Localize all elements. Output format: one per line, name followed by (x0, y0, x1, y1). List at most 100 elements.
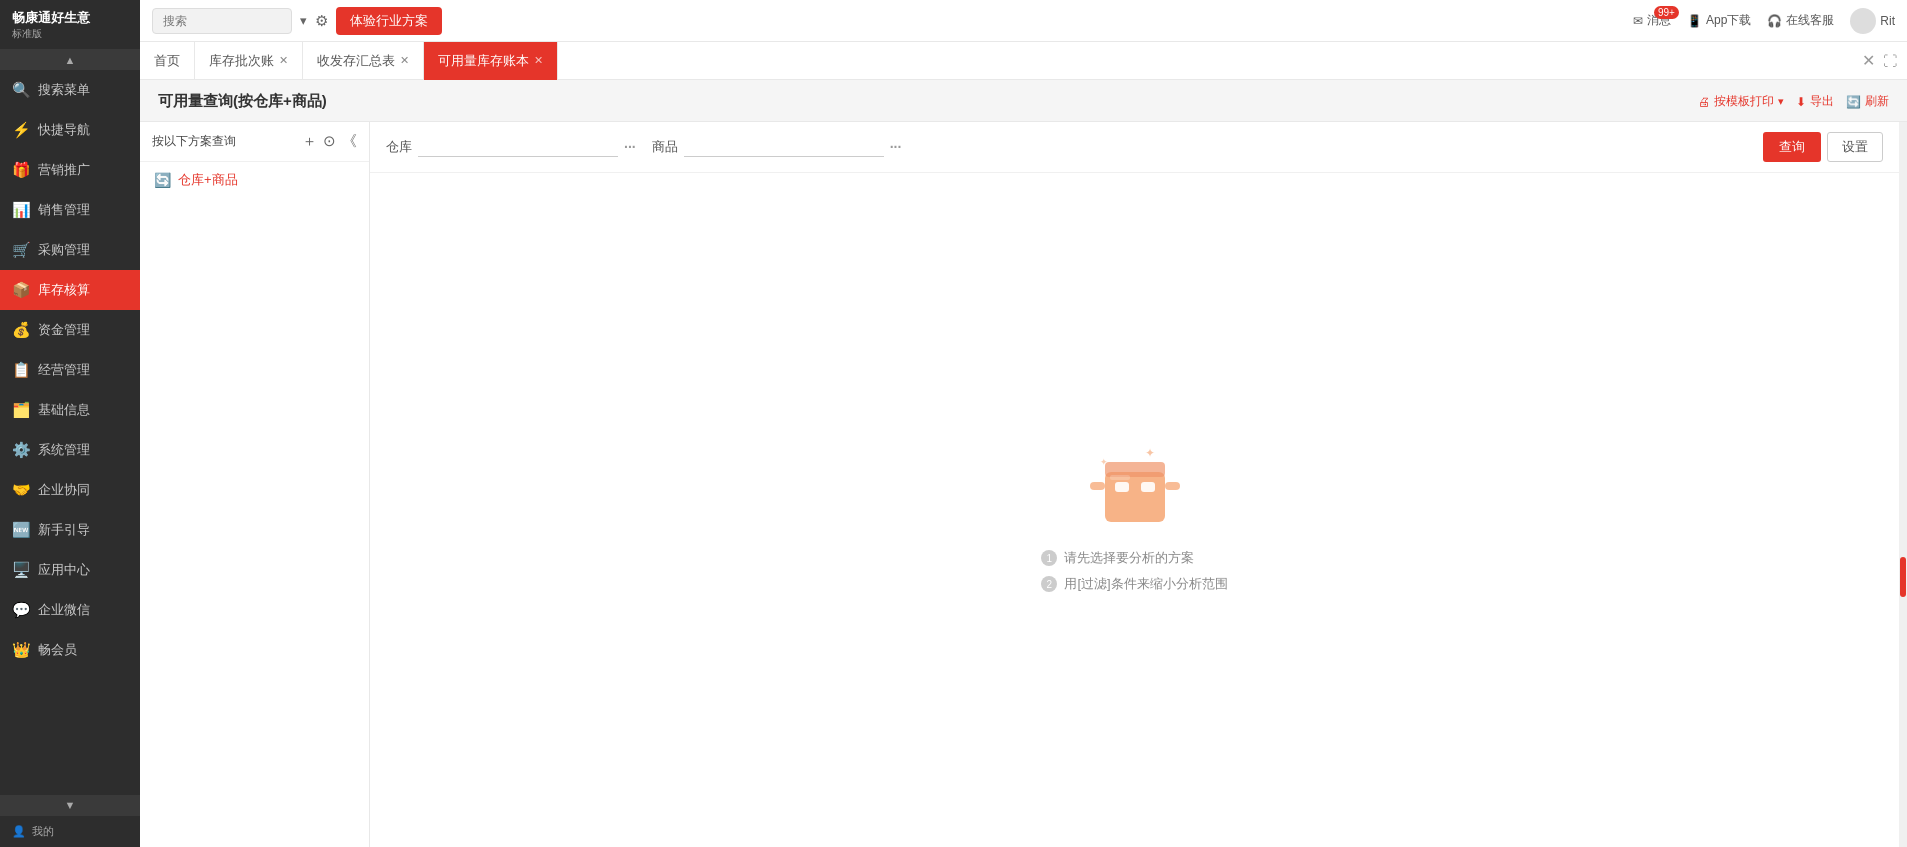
filter-actions: 查询 设置 (1763, 132, 1883, 162)
product-input[interactable] (684, 138, 884, 157)
print-action[interactable]: 🖨 按模板打印 ▾ (1698, 93, 1784, 110)
sidebar-nav: 🔍搜索菜单⚡快捷导航 🎁 营销推广 📊 销售管理 🛒 采购管理 📦 库存核算 💰资金管理📋经营管理… (0, 70, 140, 795)
logo: 畅康通好生意 标准版 (0, 0, 140, 50)
sidebar-item-quicknav[interactable]: ⚡快捷导航 (0, 110, 140, 150)
print-icon: 🖨 (1698, 95, 1710, 109)
dropdown-icon[interactable]: ▾ (300, 13, 307, 28)
sidebar-item-finance[interactable]: 💰资金管理 (0, 310, 140, 350)
sidebar-item-inventory[interactable]: 📦 库存核算 (0, 270, 140, 310)
mobile-icon: 📱 (1687, 14, 1702, 28)
tab-batch-label: 库存批次账 (209, 52, 274, 70)
sidebar-label-guide: 新手引导 (38, 521, 90, 539)
sidebar-icon-sales: 📊 (12, 201, 30, 219)
print-dropdown-icon[interactable]: ▾ (1778, 95, 1784, 108)
sidebar-bottom-label: 我的 (32, 824, 54, 839)
tab-home-label: 首页 (154, 52, 180, 70)
sidebar-icon-purchase: 🛒 (12, 241, 30, 259)
settings-button[interactable]: 设置 (1827, 132, 1883, 162)
sidebar-label-inventory: 库存核算 (38, 281, 90, 299)
tab-batch-close[interactable]: ✕ (279, 54, 288, 67)
sidebar-icon-inventory: 📦 (12, 281, 30, 299)
sidebar-icon-marketing: 🎁 (12, 161, 30, 179)
app-download-action[interactable]: 📱 App下载 (1687, 12, 1751, 29)
sidebar-scroll-down[interactable]: ▼ (0, 795, 140, 815)
settings-scheme-icon[interactable]: ⊙ (323, 132, 336, 151)
sidebar-icon-corpwx: 💬 (12, 601, 30, 619)
sidebar-label-marketing: 营销推广 (38, 161, 90, 179)
filter-bar: 仓库 ··· 商品 ··· 查询 设置 (370, 122, 1899, 173)
sidebar-item-corp[interactable]: 🤝企业协同 (0, 470, 140, 510)
tab-batch[interactable]: 库存批次账 ✕ (195, 42, 303, 80)
empty-step-2: 2 用[过滤]条件来缩小分析范围 (1041, 575, 1227, 593)
sidebar-item-system[interactable]: ⚙️ 系统管理 (0, 430, 140, 470)
tab-expand-icon[interactable]: ⛶ (1883, 53, 1897, 69)
refresh-action[interactable]: 🔄 刷新 (1846, 93, 1889, 110)
warehouse-more-icon[interactable]: ··· (624, 139, 636, 155)
topbar: ▾ ⚙ 体验行业方案 ✉ 消息 99+ 📱 App下载 🎧 在线客服 Rit (140, 0, 1907, 42)
sidebar-icon-guide: 🆕 (12, 521, 30, 539)
scheme-item-icon: 🔄 (154, 172, 171, 188)
tab-summary[interactable]: 收发存汇总表 ✕ (303, 42, 424, 80)
left-panel-title: 按以下方案查询 (152, 133, 236, 150)
svg-rect-6 (1165, 482, 1180, 490)
sidebar-icon-finance: 💰 (12, 321, 30, 339)
tab-available-label: 可用量库存账本 (438, 52, 529, 70)
sidebar-label-system: 系统管理 (38, 441, 90, 459)
search-input[interactable] (152, 8, 292, 34)
tab-available-close[interactable]: ✕ (534, 54, 543, 67)
refresh-icon: 🔄 (1846, 95, 1861, 109)
product-more-icon[interactable]: ··· (890, 139, 902, 155)
sidebar-item-member[interactable]: 👑畅会员 (0, 630, 140, 670)
tab-summary-close[interactable]: ✕ (400, 54, 409, 67)
tab-home[interactable]: 首页 (140, 42, 195, 80)
sidebar-label-corp: 企业协同 (38, 481, 90, 499)
svg-text:✦: ✦ (1100, 457, 1108, 467)
sidebar-label-sales: 销售管理 (38, 201, 90, 219)
message-action[interactable]: ✉ 消息 99+ (1633, 12, 1671, 29)
empty-state: ✦ ✦ 1 请先选择要分析的方案 2 用[过滤]条件来缩小分析范围 (370, 173, 1899, 847)
sidebar-item-sales[interactable]: 📊 销售管理 (0, 190, 140, 230)
tab-close-icon[interactable]: ✕ (1862, 51, 1875, 70)
export-action[interactable]: ⬇ 导出 (1796, 93, 1834, 110)
sidebar-scroll-up[interactable]: ▲ (0, 50, 140, 70)
sidebar-icon-search: 🔍 (12, 81, 30, 99)
scrollbar-thumb (1900, 557, 1906, 597)
page-header: 可用量查询(按仓库+商品) 🖨 按模板打印 ▾ ⬇ 导出 🔄 刷新 (140, 80, 1907, 122)
sidebar-label-purchase: 采购管理 (38, 241, 90, 259)
sidebar-icon-system: ⚙️ (12, 441, 30, 459)
topbar-right: ✉ 消息 99+ 📱 App下载 🎧 在线客服 Rit (1633, 8, 1895, 34)
right-panel: 仓库 ··· 商品 ··· 查询 设置 (370, 122, 1899, 847)
sidebar-item-corpwx[interactable]: 💬企业微信 (0, 590, 140, 630)
scheme-item-warehouse-product[interactable]: 🔄 仓库+商品 (140, 162, 369, 198)
user-menu[interactable]: Rit (1850, 8, 1895, 34)
add-scheme-icon[interactable]: ＋ (302, 132, 317, 151)
refresh-label: 刷新 (1865, 93, 1889, 110)
settings-icon[interactable]: ⚙ (315, 12, 328, 30)
sidebar-item-search[interactable]: 🔍搜索菜单 (0, 70, 140, 110)
sidebar-item-guide[interactable]: 🆕 新手引导 (0, 510, 140, 550)
sidebar-label-basic: 基础信息 (38, 401, 90, 419)
sidebar-label-operation: 经营管理 (38, 361, 90, 379)
svg-rect-5 (1090, 482, 1105, 490)
sidebar-item-marketing[interactable]: 🎁 营销推广 (0, 150, 140, 190)
sidebar-icon-appcenter: 🖥️ (12, 561, 30, 579)
tab-available[interactable]: 可用量库存账本 ✕ (424, 42, 558, 80)
sidebar-item-appcenter[interactable]: 🖥️应用中心 (0, 550, 140, 590)
query-button[interactable]: 查询 (1763, 132, 1821, 162)
sidebar-item-basic[interactable]: 🗂️基础信息 (0, 390, 140, 430)
page-header-actions: 🖨 按模板打印 ▾ ⬇ 导出 🔄 刷新 (1698, 93, 1889, 110)
industry-btn[interactable]: 体验行业方案 (336, 7, 442, 35)
tabs-bar: 首页 库存批次账 ✕ 收发存汇总表 ✕ 可用量库存账本 ✕ ✕ ⛶ (140, 42, 1907, 80)
main-area: ▾ ⚙ 体验行业方案 ✉ 消息 99+ 📱 App下载 🎧 在线客服 Rit (140, 0, 1907, 847)
collapse-icon[interactable]: 《 (342, 132, 357, 151)
sidebar-item-operation[interactable]: 📋经营管理 (0, 350, 140, 390)
empty-step-1-text: 请先选择要分析的方案 (1064, 549, 1194, 567)
empty-step-2-text: 用[过滤]条件来缩小分析范围 (1064, 575, 1227, 593)
right-scrollbar[interactable] (1899, 122, 1907, 847)
warehouse-input[interactable] (418, 138, 618, 157)
left-panel-header: 按以下方案查询 ＋ ⊙ 《 (140, 122, 369, 162)
sidebar-item-purchase[interactable]: 🛒 采购管理 (0, 230, 140, 270)
avatar (1850, 8, 1876, 34)
online-service-action[interactable]: 🎧 在线客服 (1767, 12, 1834, 29)
online-service-label: 在线客服 (1786, 12, 1834, 29)
